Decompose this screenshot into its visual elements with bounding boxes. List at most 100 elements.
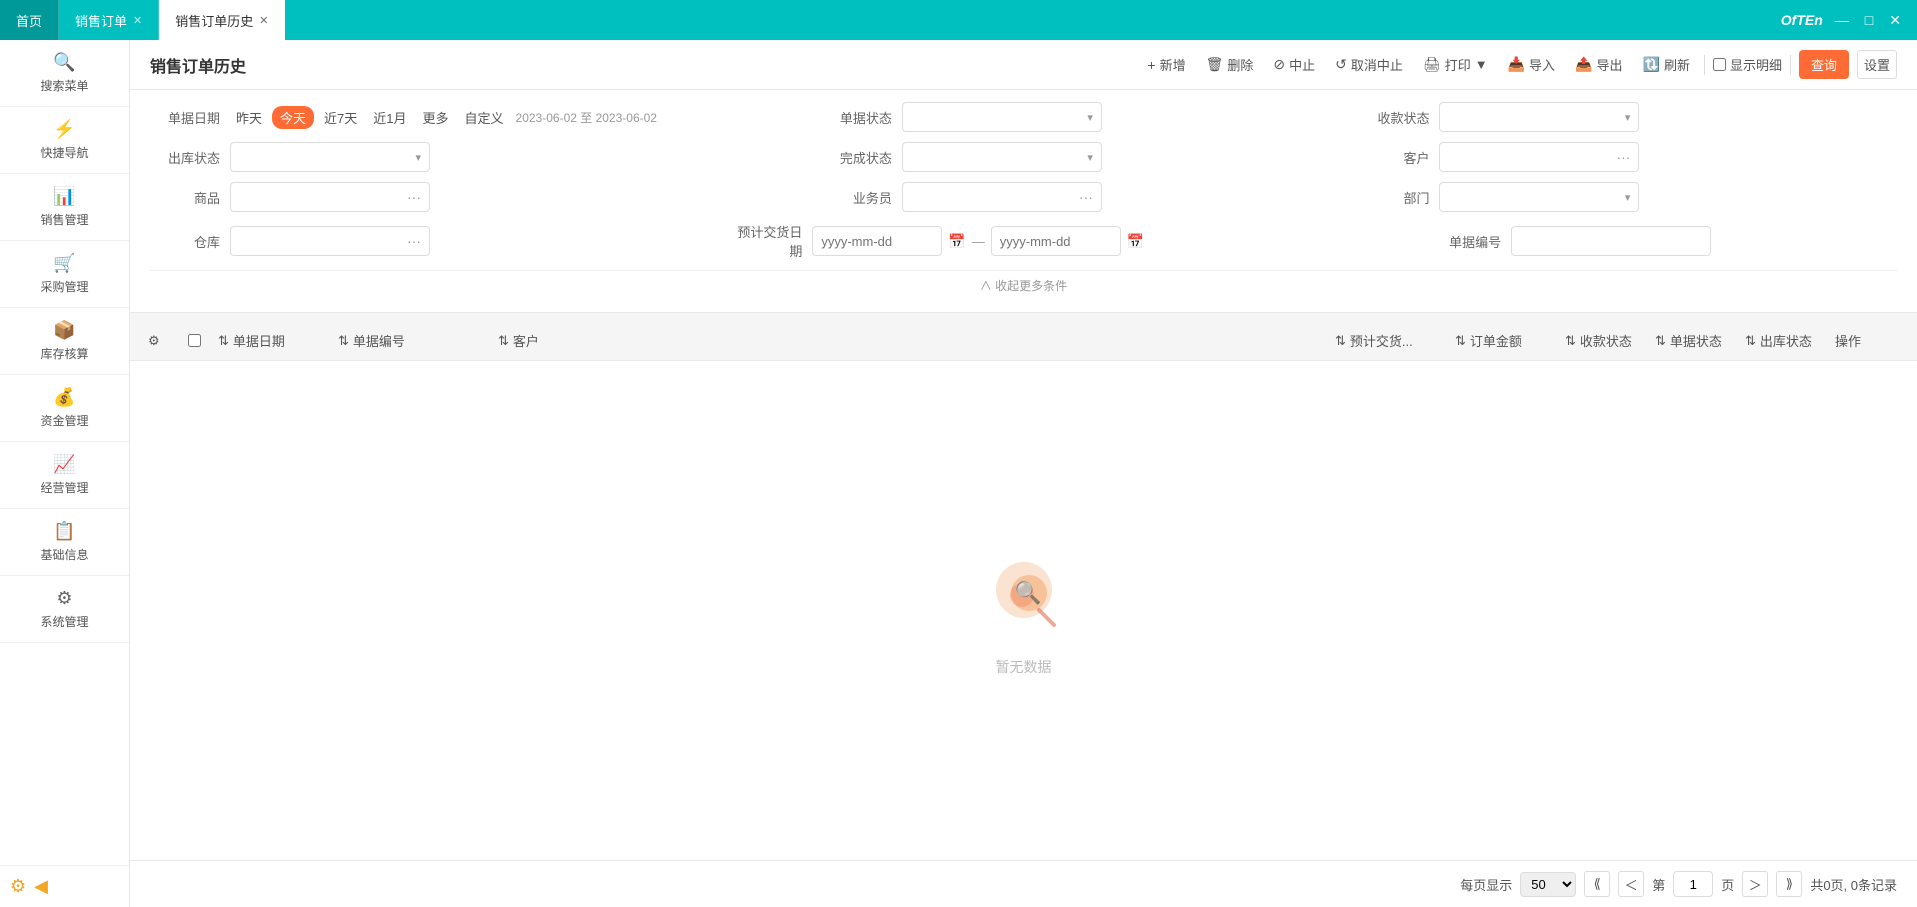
goods-input[interactable]: ··· — [230, 182, 430, 212]
page-size-label: 每页显示 — [1460, 875, 1512, 894]
win-close-btn[interactable]: ✕ — [1885, 12, 1905, 29]
dept-arrow-icon: ▾ — [1625, 191, 1631, 204]
settings-btn[interactable]: 设置 — [1857, 50, 1897, 79]
sidebar-label-sales-mgmt: 销售管理 — [40, 211, 88, 228]
refresh-label: 刷新 — [1664, 55, 1690, 74]
salesman-input[interactable]: ··· — [902, 182, 1102, 212]
stop-btn[interactable]: ⊘ 中止 — [1267, 51, 1321, 78]
complete-select[interactable]: ▾ — [902, 142, 1102, 172]
sidebar-item-base-info[interactable]: 📋 基础信息 — [0, 509, 129, 576]
print-btn[interactable]: 🖨 打印 ▼ — [1417, 51, 1494, 78]
tab-sales-order[interactable]: 销售订单 ✕ — [59, 0, 159, 40]
outbound-select[interactable]: ▾ — [230, 142, 430, 172]
complete-arrow-icon: ▾ — [1087, 151, 1093, 164]
brand-text: OfTEn — [1781, 12, 1823, 28]
print-arrow-icon: ▼ — [1475, 57, 1488, 72]
first-page-btn[interactable]: ⟪ — [1584, 871, 1610, 897]
th-receipt-status[interactable]: ⇅ 收款状态 — [1557, 331, 1647, 350]
win-minimize-btn[interactable]: — — [1831, 12, 1853, 28]
custom-btn[interactable]: 自定义 — [459, 106, 510, 129]
th-date[interactable]: ⇅ 单据日期 — [210, 331, 330, 350]
delivery-date-from-icon[interactable]: 📅 — [948, 233, 965, 250]
dept-select[interactable]: ▾ — [1439, 182, 1639, 212]
th-docno[interactable]: ⇅ 单据编号 — [330, 331, 490, 350]
table-section: ⚙ ⇅ 单据日期 ⇅ 单据编号 ⇅ 客户 ⇅ — [130, 321, 1917, 907]
tab-history-close[interactable]: ✕ — [259, 14, 268, 27]
today-btn[interactable]: 今天 — [272, 106, 314, 129]
filter-group-docno: 单据编号 — [1431, 226, 1897, 256]
select-all-checkbox[interactable] — [188, 334, 201, 347]
sidebar-item-ops-mgmt[interactable]: 📈 经营管理 — [0, 442, 129, 509]
sidebar-settings-btn[interactable]: ⚙ — [10, 876, 26, 897]
th-amount[interactable]: ⇅ 订单金额 — [1447, 331, 1557, 350]
status-arrow-icon: ▾ — [1087, 111, 1093, 124]
customer-dots[interactable]: ··· — [1616, 149, 1630, 165]
new-btn[interactable]: + 新增 — [1141, 51, 1191, 78]
page-input[interactable] — [1673, 871, 1713, 897]
goods-dots[interactable]: ··· — [407, 189, 421, 205]
toolbar-divider2 — [1790, 55, 1791, 75]
win-maximize-btn[interactable]: □ — [1861, 12, 1877, 28]
filter-row-4: 仓库 ··· 预计交货日期 📅 — 📅 单据编号 — [150, 222, 1897, 260]
refresh-btn[interactable]: 🔃 刷新 — [1637, 51, 1696, 78]
tab-sales-order-close[interactable]: ✕ — [133, 14, 142, 27]
th-customer[interactable]: ⇅ 客户 — [490, 331, 1327, 350]
delivery-date-to-icon[interactable]: 📅 — [1127, 233, 1144, 250]
filter-row-1: 单据日期 昨天 今天 近7天 近1月 更多 自定义 2023-06-02 至 2… — [150, 102, 1897, 132]
customer-input[interactable]: ··· — [1439, 142, 1639, 172]
export-label: 导出 — [1596, 55, 1622, 74]
toolbar: + 新增 🗑 删除 ⊘ 中止 ↺ 取消中止 🖨 打印 — [1141, 50, 1897, 79]
th-out-status[interactable]: ⇅ 出库状态 — [1737, 331, 1827, 350]
next-page-btn[interactable]: ＞ — [1742, 871, 1768, 897]
th-delivery[interactable]: ⇅ 预计交货... — [1327, 331, 1447, 350]
payment-arrow-icon: ▾ — [1625, 111, 1631, 124]
tab-home[interactable]: 首页 — [0, 0, 59, 40]
sidebar-item-quick-nav[interactable]: ⚡ 快捷导航 — [0, 107, 129, 174]
export-btn[interactable]: 📤 导出 — [1569, 51, 1628, 78]
prev-page-btn[interactable]: ＜ — [1618, 871, 1644, 897]
sort-icon-docno: ⇅ — [338, 333, 349, 349]
sidebar-item-purchase-mgmt[interactable]: 🛒 采购管理 — [0, 241, 129, 308]
delete-btn[interactable]: 🗑 删除 — [1200, 51, 1260, 78]
complete-label: 完成状态 — [822, 148, 902, 167]
th-settings[interactable]: ⚙ — [140, 333, 180, 349]
th-doc-status[interactable]: ⇅ 单据状态 — [1647, 331, 1737, 350]
page-title: 销售订单历史 — [150, 53, 246, 77]
tab-sales-order-history[interactable]: 销售订单历史 ✕ — [159, 0, 285, 40]
more-btn[interactable]: 更多 — [417, 106, 455, 129]
sidebar-item-sales-mgmt[interactable]: 📊 销售管理 — [0, 174, 129, 241]
sidebar-item-search-menu[interactable]: 🔍 搜索菜单 — [0, 40, 129, 107]
payment-select[interactable]: ▾ — [1439, 102, 1639, 132]
salesman-dots[interactable]: ··· — [1079, 189, 1093, 205]
refresh-icon: 🔃 — [1643, 56, 1660, 73]
date-separator: — — [972, 234, 985, 249]
delivery-date-from[interactable] — [812, 226, 942, 256]
inventory-mgmt-icon: 📦 — [53, 320, 75, 341]
status-select[interactable]: ▾ — [902, 102, 1102, 132]
display-detail-label[interactable]: 显示明细 — [1713, 55, 1782, 74]
sidebar-item-finance-mgmt[interactable]: 💰 资金管理 — [0, 375, 129, 442]
sort-icon-status: ⇅ — [1655, 333, 1666, 349]
th-amount-label: 订单金额 — [1470, 331, 1522, 350]
sidebar-item-inventory-mgmt[interactable]: 📦 库存核算 — [0, 308, 129, 375]
sidebar-item-sys-mgmt[interactable]: ⚙ 系统管理 — [0, 576, 129, 643]
last-page-btn[interactable]: ⟫ — [1776, 871, 1802, 897]
warehouse-dots[interactable]: ··· — [407, 233, 421, 249]
sidebar-collapse-btn[interactable]: ◀ — [34, 876, 48, 897]
warehouse-input[interactable]: ··· — [230, 226, 430, 256]
salesman-label: 业务员 — [822, 188, 902, 207]
filter-group-outbound: 出库状态 ▾ — [150, 142, 822, 172]
sidebar-label-quick-nav: 快捷导航 — [40, 144, 88, 161]
docno-input[interactable] — [1511, 226, 1711, 256]
cancel-stop-btn[interactable]: ↺ 取消中止 — [1329, 51, 1409, 78]
query-btn[interactable]: 查询 — [1799, 50, 1849, 79]
import-btn[interactable]: 📥 导入 — [1502, 51, 1561, 78]
delivery-date-to[interactable] — [991, 226, 1121, 256]
last1m-btn[interactable]: 近1月 — [367, 106, 412, 129]
th-check[interactable] — [180, 334, 210, 347]
yesterday-btn[interactable]: 昨天 — [230, 106, 268, 129]
collapse-bar[interactable]: ∧ 收起更多条件 — [150, 270, 1897, 300]
display-detail-checkbox[interactable] — [1713, 58, 1726, 71]
last7-btn[interactable]: 近7天 — [318, 106, 363, 129]
page-size-select[interactable]: 10 20 50 100 — [1520, 872, 1576, 897]
